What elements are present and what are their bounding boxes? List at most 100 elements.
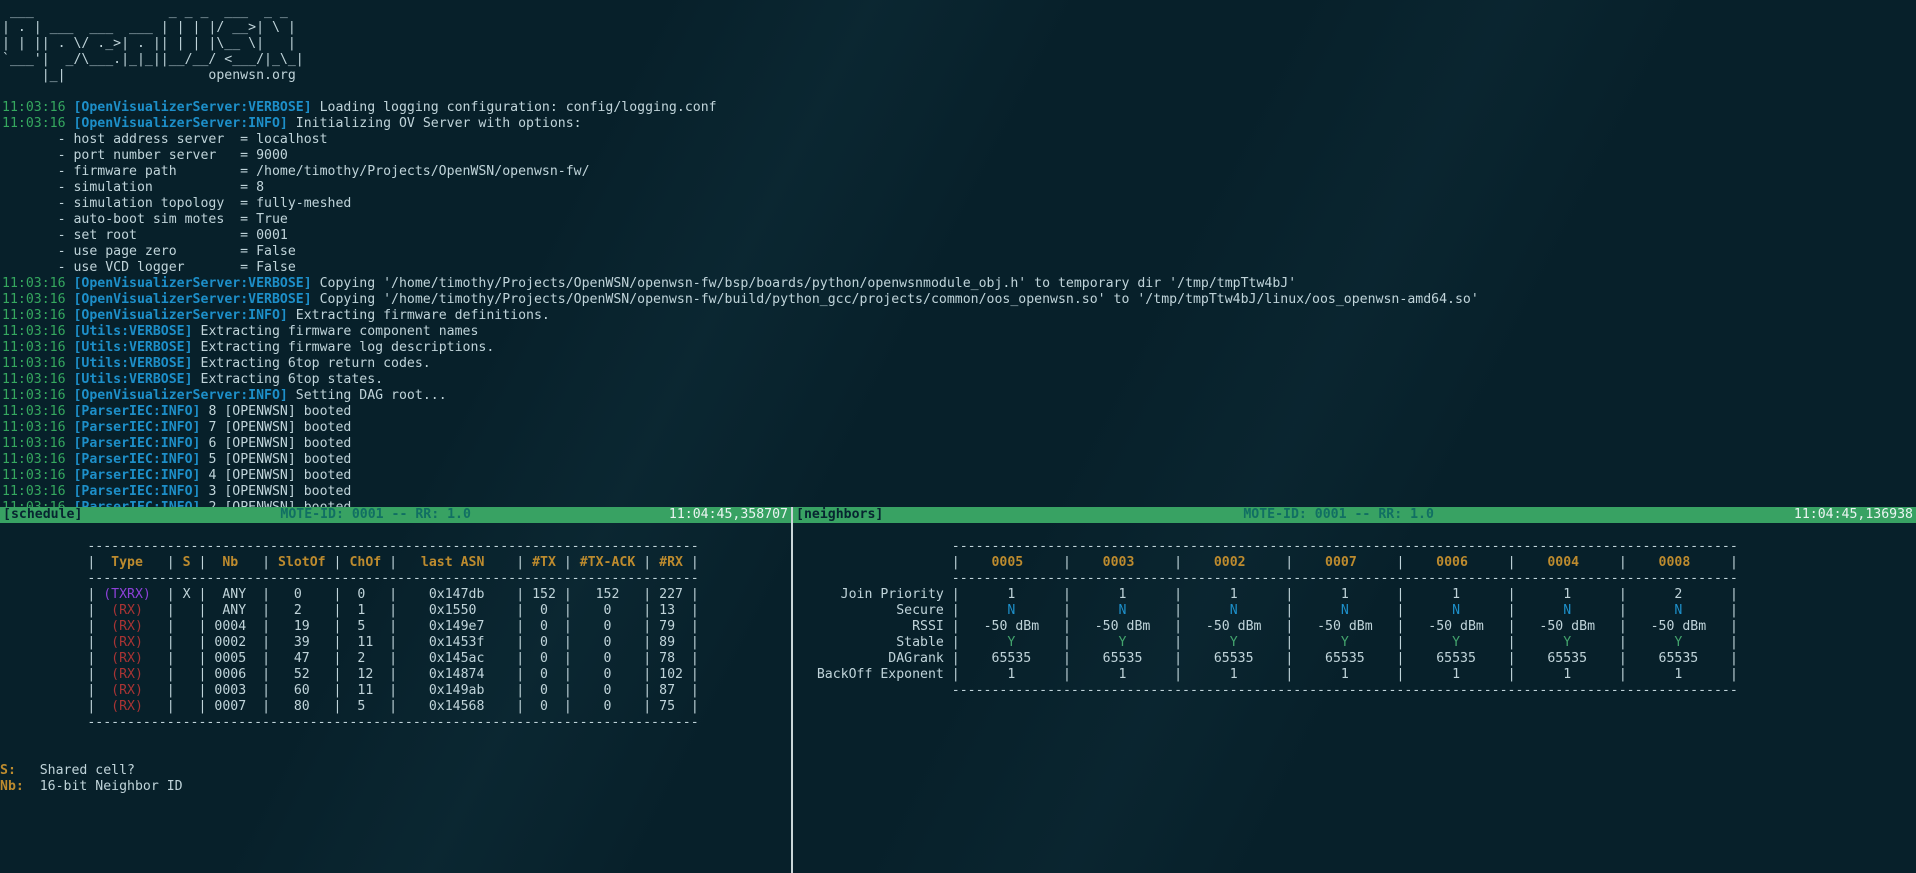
table-border: ----------------------------------------… bbox=[793, 683, 1916, 699]
cell: 65535 bbox=[1070, 651, 1175, 666]
row-label: RSSI bbox=[793, 619, 952, 634]
cell: 65535 bbox=[1515, 651, 1619, 666]
log-timestamp: 11:03:16 bbox=[2, 324, 74, 339]
log-message: Loading logging configuration: config/lo… bbox=[311, 100, 717, 115]
pipe: | bbox=[1618, 667, 1627, 682]
cell: 1 bbox=[1515, 587, 1619, 602]
pipe: | bbox=[262, 683, 271, 698]
pipe: | bbox=[1730, 651, 1738, 666]
cell: 0 bbox=[341, 587, 390, 602]
neighbors-pane-title: [neighbors] bbox=[796, 507, 884, 522]
pipe: | bbox=[1618, 603, 1627, 618]
pipe: | bbox=[516, 699, 525, 714]
cell bbox=[175, 699, 199, 714]
cell: 5 bbox=[341, 699, 390, 714]
cell: Y bbox=[1182, 635, 1286, 650]
cell: 2 bbox=[341, 651, 390, 666]
table-row: Secure | N | N | N | N | N | N | N | bbox=[793, 603, 1916, 619]
pipe: | bbox=[951, 603, 960, 618]
pipe: | bbox=[951, 667, 960, 682]
pipe: | bbox=[166, 619, 175, 634]
cell: 1 bbox=[1404, 667, 1508, 682]
pipe: | bbox=[389, 651, 398, 666]
log-tag: [ParserIEC:INFO] bbox=[73, 452, 201, 467]
pipe: | bbox=[516, 619, 525, 634]
pipe: | bbox=[1507, 667, 1516, 682]
pipe: | bbox=[690, 587, 699, 602]
log-pane[interactable]: ___ _ _ _ ___ _ _ | . | ___ ___ ___ | | … bbox=[0, 0, 1916, 507]
cell: 79 bbox=[651, 619, 691, 634]
cell: 1 bbox=[341, 603, 390, 618]
pipe: | bbox=[0, 619, 96, 634]
log-message: 3 [OPENWSN] booted bbox=[200, 484, 352, 499]
pipe: | bbox=[516, 651, 525, 666]
log-tag: [ParserIEC:INFO] bbox=[73, 468, 201, 483]
pipe: | bbox=[166, 683, 175, 698]
pipe: | bbox=[951, 619, 960, 634]
log-tag: [OpenVisualizerServer:INFO] bbox=[73, 116, 288, 131]
cell: N bbox=[1515, 603, 1619, 618]
border-dashes: ----------------------------------------… bbox=[793, 571, 1738, 586]
border-dashes: ----------------------------------------… bbox=[793, 539, 1738, 554]
log-timestamp: 11:03:16 bbox=[2, 308, 74, 323]
cell: 0004 bbox=[206, 619, 263, 634]
cell: 0 bbox=[571, 635, 644, 650]
column-header: last ASN bbox=[397, 555, 517, 570]
column-header: #RX bbox=[651, 555, 691, 570]
cell: 80 bbox=[270, 699, 334, 714]
log-message: Extracting firmware component names bbox=[192, 324, 479, 339]
pipe: | bbox=[1174, 651, 1183, 666]
schedule-pane[interactable]: [schedule] MOTE-ID: 0001 -- RR: 1.0 11:0… bbox=[0, 507, 791, 873]
pipe: | bbox=[1174, 619, 1183, 634]
pipe: | bbox=[1730, 667, 1738, 682]
log-message: 2 [OPENWSN] booted bbox=[201, 500, 351, 507]
cell: 0 bbox=[524, 683, 564, 698]
pipe: | bbox=[1062, 619, 1071, 634]
cell: N bbox=[1626, 603, 1730, 618]
pipe: | bbox=[262, 651, 271, 666]
log-tag: [OpenVisualizerServer:INFO] bbox=[73, 388, 288, 403]
schedule-statusbar: [schedule] MOTE-ID: 0001 -- RR: 1.0 11:0… bbox=[0, 507, 791, 523]
log-timestamp: 11:03:16 bbox=[2, 356, 74, 371]
cell: 0006 bbox=[206, 667, 263, 682]
cell: 152 bbox=[571, 587, 644, 602]
pipe: | bbox=[389, 667, 398, 682]
pipe: | bbox=[389, 635, 398, 650]
pipe: | bbox=[563, 667, 572, 682]
log-tag: [OpenVisualizerServer:VERBOSE] bbox=[73, 276, 312, 291]
pipe: | bbox=[0, 651, 96, 666]
log-timestamp: 11:03:16 bbox=[2, 276, 74, 291]
cell: 65535 bbox=[1293, 651, 1397, 666]
pipe: | bbox=[389, 603, 398, 618]
pipe: | bbox=[1174, 635, 1183, 650]
row-label: Secure bbox=[793, 603, 952, 618]
log-timestamp: 11:03:16 bbox=[2, 388, 74, 403]
log-message: Extracting firmware definitions. bbox=[287, 308, 550, 323]
cell: 0 bbox=[571, 603, 644, 618]
log-option-line: - host address server = localhost bbox=[2, 132, 328, 147]
cell: 65535 bbox=[1404, 651, 1508, 666]
cell: 78 bbox=[651, 651, 691, 666]
pipe: | bbox=[690, 619, 699, 634]
neighbor-id-header: 0003 bbox=[1070, 555, 1175, 570]
log-line: 11:03:16 [Utils:VERBOSE] Extracting 6top… bbox=[2, 372, 1916, 388]
pipe: | bbox=[389, 619, 398, 634]
table-row: | (RX) | | ANY | 2 | 1 | 0x1550 | 0 | 0 … bbox=[0, 603, 791, 619]
neighbors-pane[interactable]: [neighbors] MOTE-ID: 0001 -- RR: 1.0 11:… bbox=[793, 507, 1916, 873]
neighbor-id-header: 0005 bbox=[959, 555, 1063, 570]
cell: 1 bbox=[1404, 587, 1508, 602]
table-header-row: | 0005 | 0003 | 0002 | 0007 | 0006 | 000… bbox=[793, 555, 1916, 571]
pipe: | bbox=[0, 683, 96, 698]
log-message: Initializing OV Server with options: bbox=[287, 116, 582, 131]
cell-type: (RX) bbox=[95, 699, 167, 714]
pipe: | bbox=[1729, 555, 1738, 570]
log-message: 4 [OPENWSN] booted bbox=[200, 468, 352, 483]
cell bbox=[175, 603, 199, 618]
cell-type: (RX) bbox=[95, 619, 167, 634]
pipe: | bbox=[1174, 603, 1183, 618]
log-timestamp: 11:03:16 bbox=[2, 452, 74, 467]
log-option-line: - use page zero = False bbox=[2, 244, 296, 259]
